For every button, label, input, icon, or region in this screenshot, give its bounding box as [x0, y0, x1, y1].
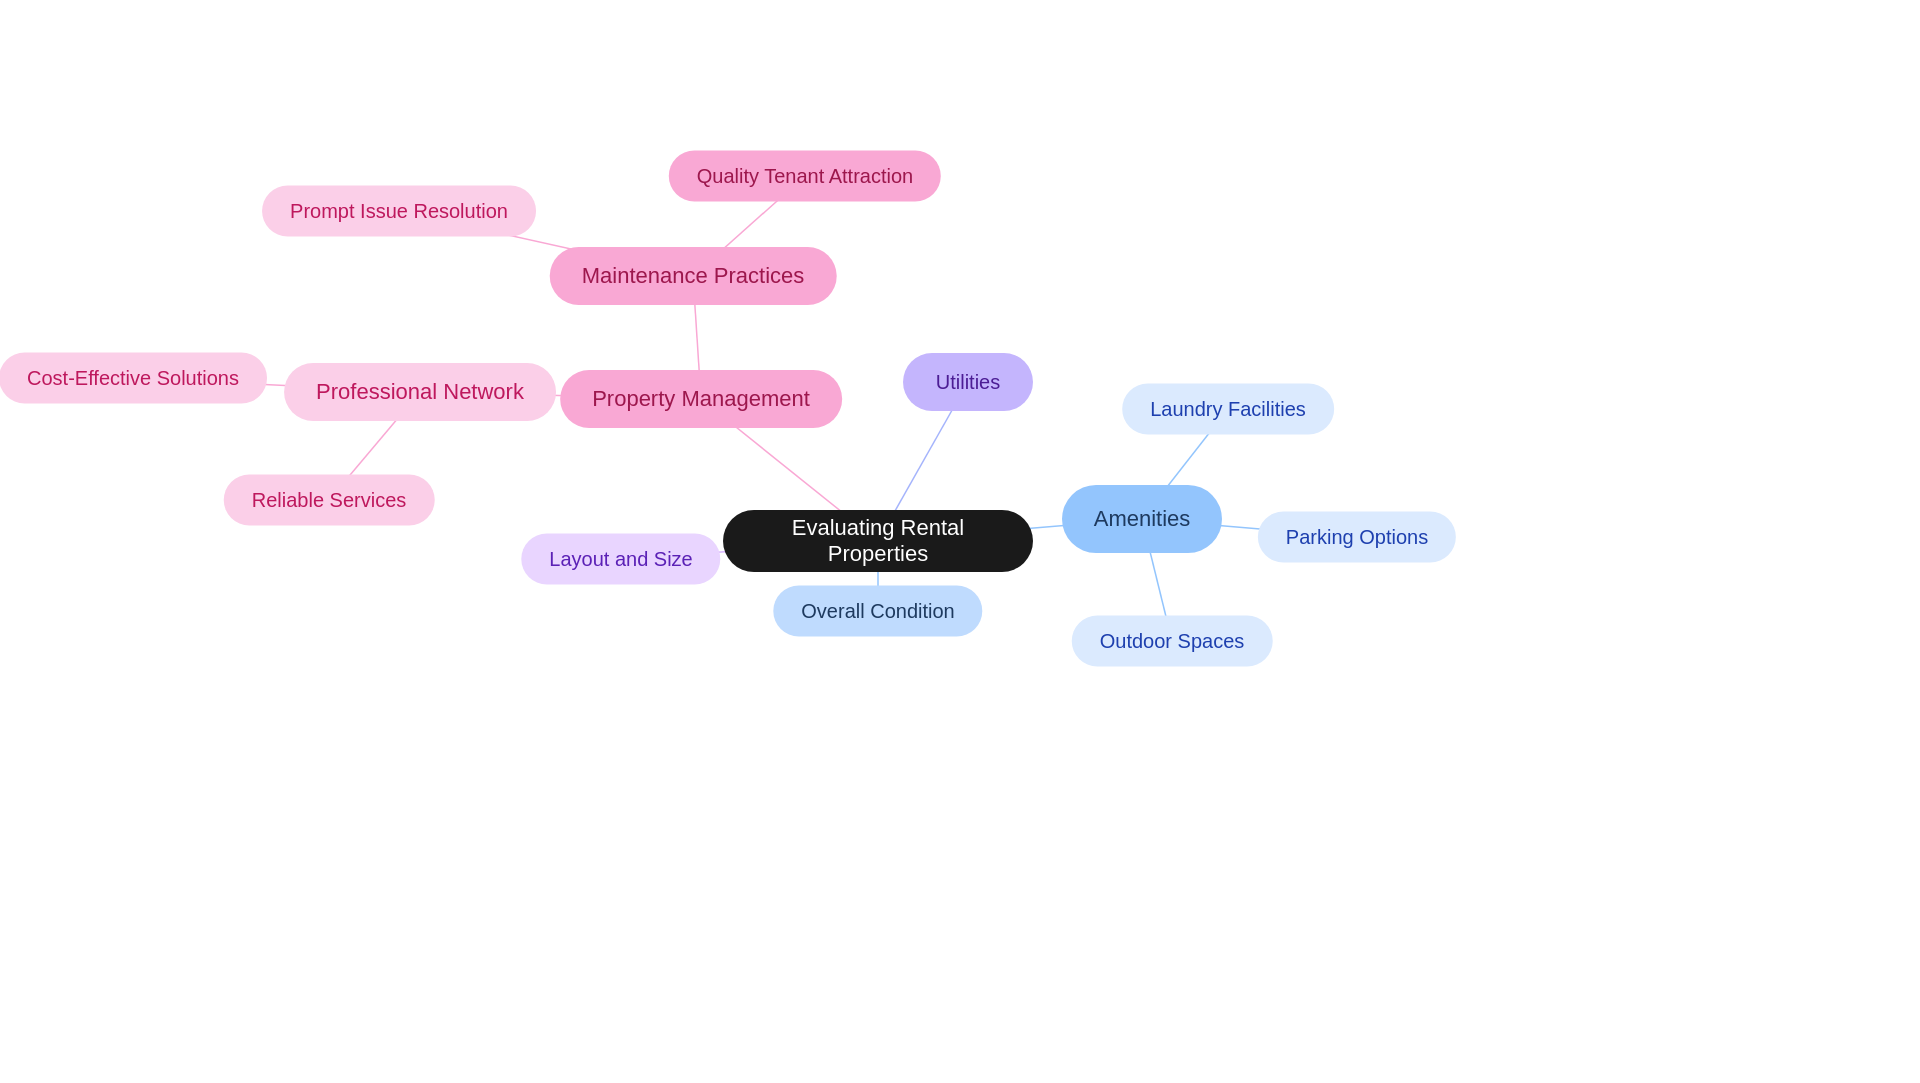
center-label: Evaluating Rental Properties — [763, 515, 993, 567]
center-node[interactable]: Evaluating Rental Properties — [723, 510, 1033, 572]
parking-node[interactable]: Parking Options — [1258, 512, 1456, 563]
amenities-node[interactable]: Amenities — [1062, 485, 1222, 553]
amenities-label: Amenities — [1094, 506, 1191, 532]
cost-effective-node[interactable]: Cost-Effective Solutions — [0, 353, 267, 404]
prompt-issue-label: Prompt Issue Resolution — [290, 200, 508, 223]
utilities-node[interactable]: Utilities — [903, 353, 1033, 411]
parking-label: Parking Options — [1286, 526, 1428, 549]
utilities-label: Utilities — [936, 371, 1000, 394]
reliable-services-node[interactable]: Reliable Services — [224, 475, 435, 526]
maintenance-label: Maintenance Practices — [582, 263, 805, 289]
quality-tenant-label: Quality Tenant Attraction — [697, 165, 913, 188]
property-mgmt-node[interactable]: Property Management — [560, 370, 842, 428]
maintenance-node[interactable]: Maintenance Practices — [550, 247, 837, 305]
outdoor-label: Outdoor Spaces — [1100, 630, 1245, 653]
prompt-issue-node[interactable]: Prompt Issue Resolution — [262, 186, 536, 237]
overall-condition-label: Overall Condition — [801, 600, 954, 623]
overall-condition-node[interactable]: Overall Condition — [773, 586, 982, 637]
layout-size-node[interactable]: Layout and Size — [521, 534, 720, 585]
reliable-services-label: Reliable Services — [252, 489, 407, 512]
professional-net-label: Professional Network — [316, 379, 524, 405]
laundry-label: Laundry Facilities — [1150, 398, 1306, 421]
laundry-node[interactable]: Laundry Facilities — [1122, 384, 1334, 435]
layout-size-label: Layout and Size — [549, 548, 692, 571]
cost-effective-label: Cost-Effective Solutions — [27, 367, 239, 390]
outdoor-node[interactable]: Outdoor Spaces — [1072, 616, 1273, 667]
professional-net-node[interactable]: Professional Network — [284, 363, 556, 421]
quality-tenant-node[interactable]: Quality Tenant Attraction — [669, 151, 941, 202]
property-mgmt-label: Property Management — [592, 386, 810, 412]
